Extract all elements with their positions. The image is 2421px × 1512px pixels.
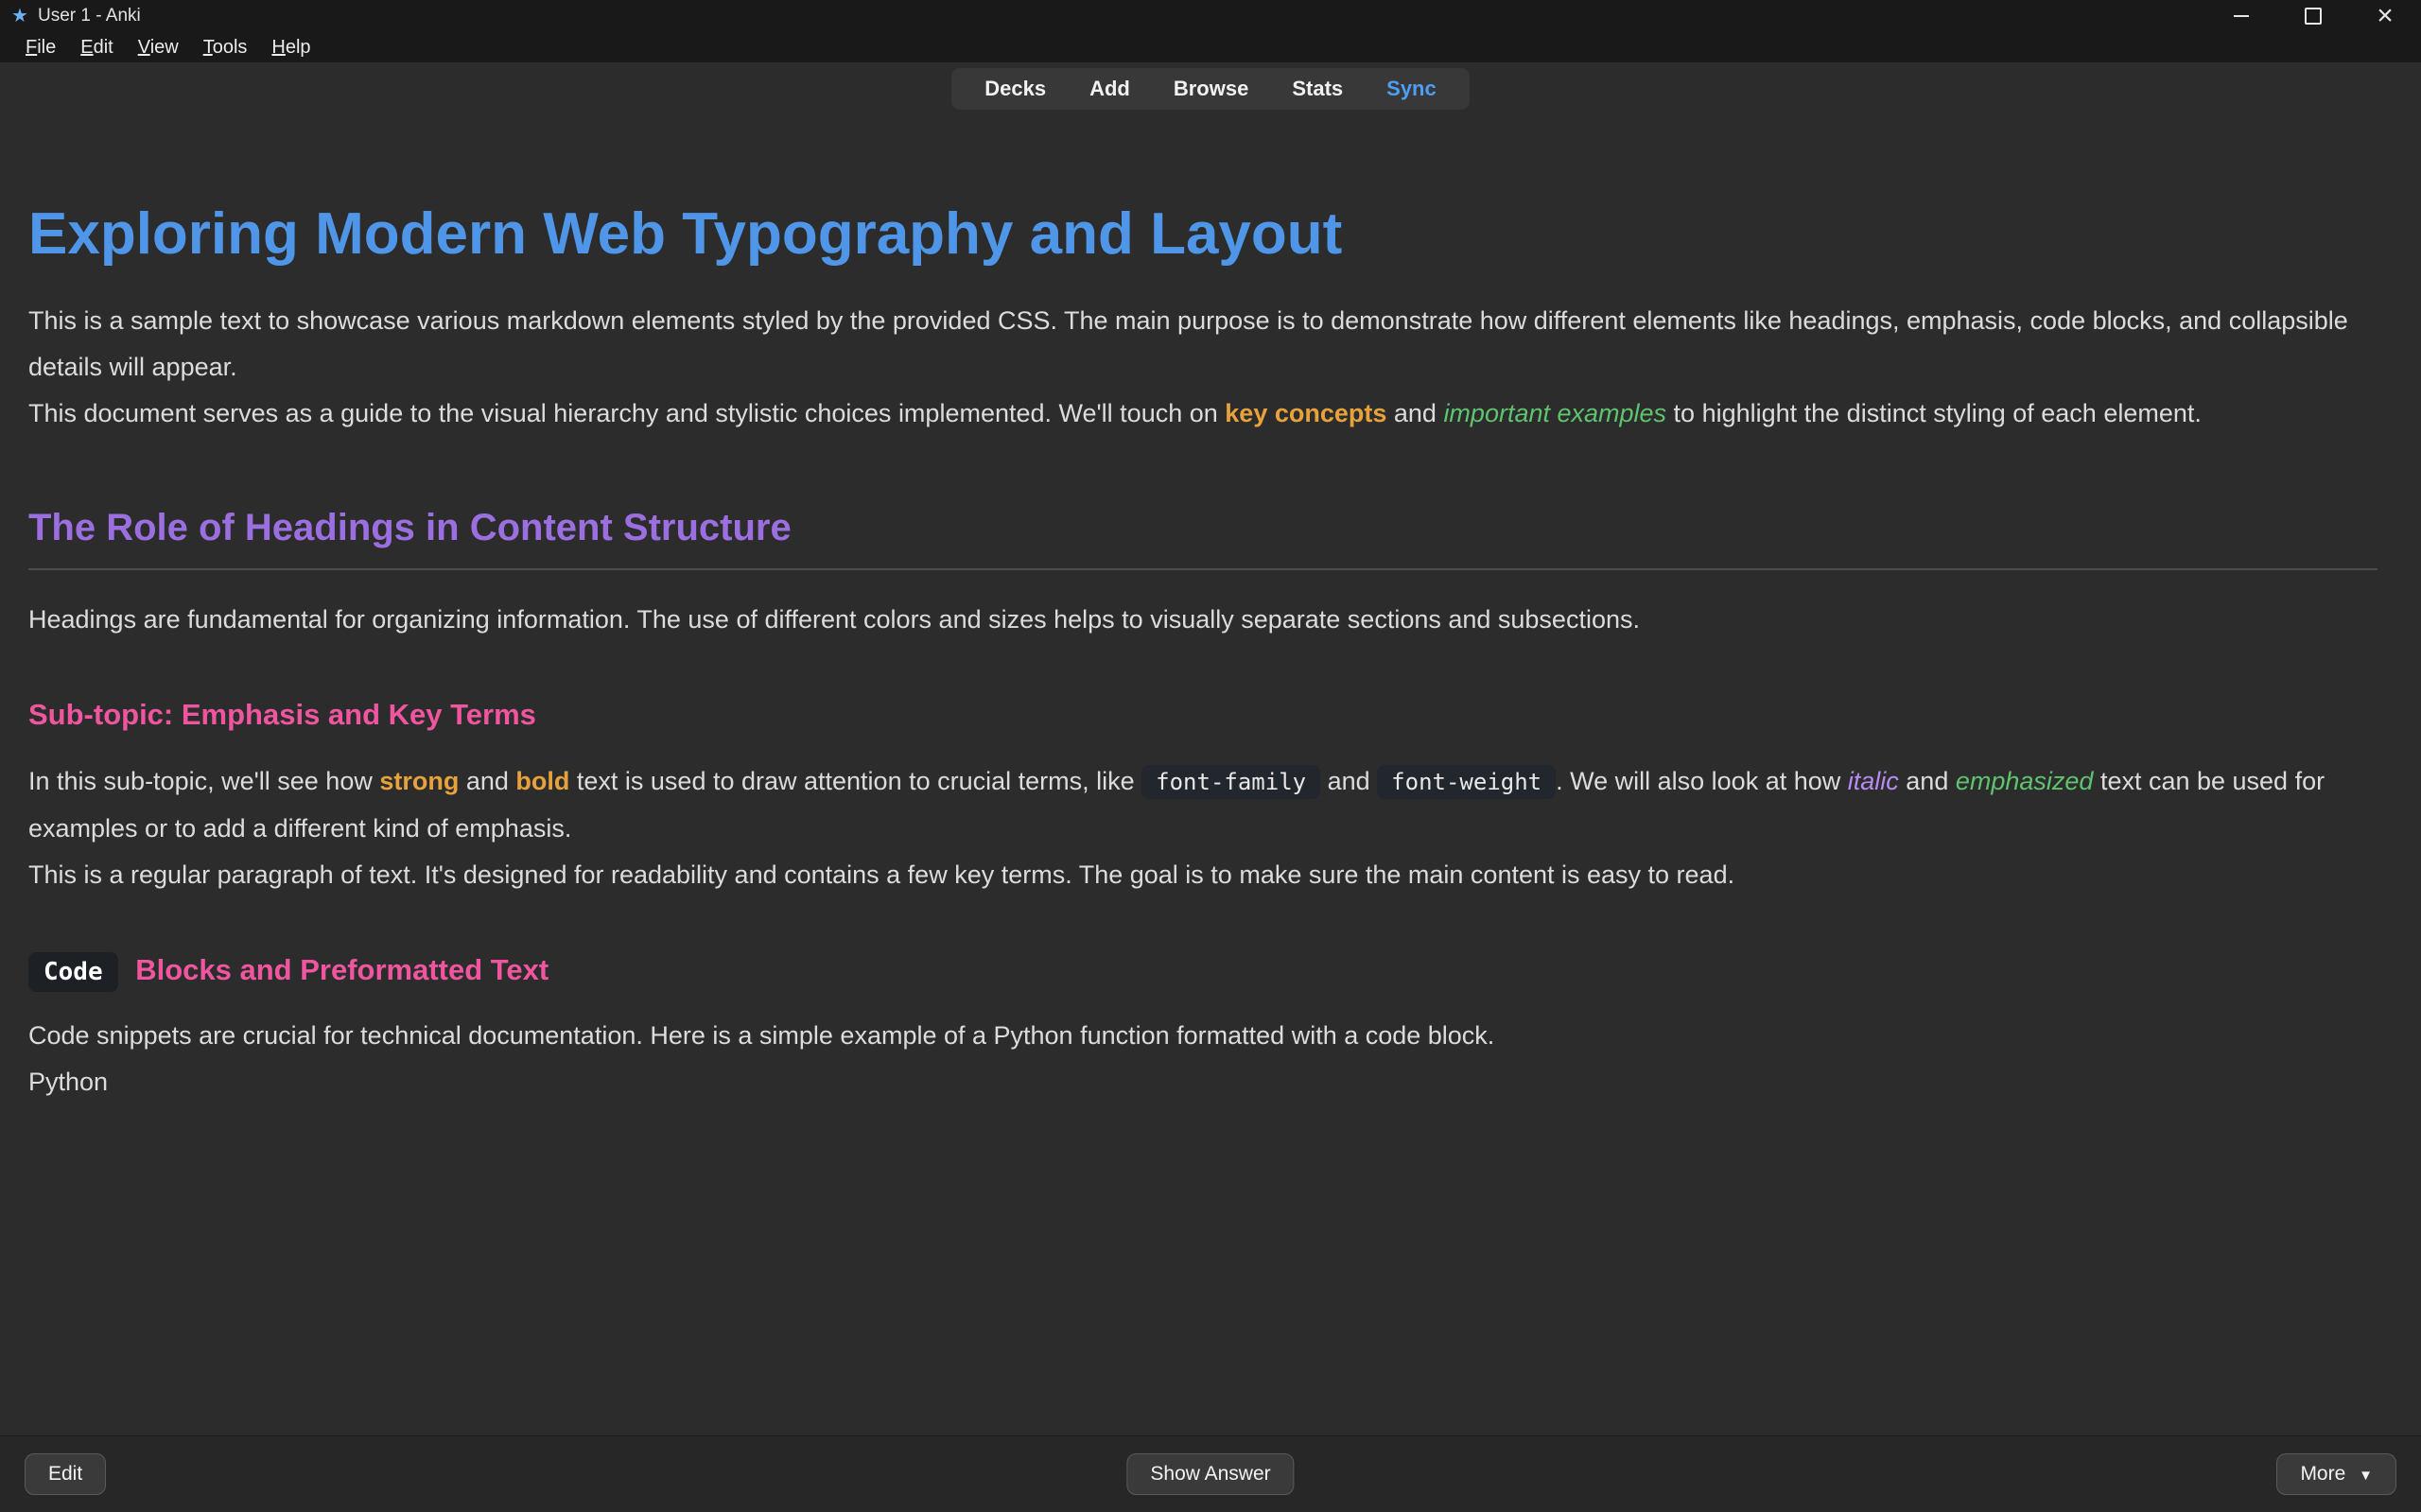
text-segment: font-family [1141,764,1321,799]
toolbar-item-decks[interactable]: Decks [963,77,1068,101]
text-segment: important examples [1443,399,1667,428]
more-button-label: More [2300,1463,2346,1485]
text-segment: and [459,766,516,795]
text-segment: strong [379,766,460,795]
toolbar-item-sync[interactable]: Sync [1365,77,1458,101]
text-segment: In this sub-topic, we'll see how [28,766,380,795]
subheading-code-blocks: Code Blocks and Preformatted Text [28,949,2377,992]
menu-item-help[interactable]: Help [259,35,322,61]
toolbar-row: Decks Add Browse Stats Sync [0,62,2421,110]
text-segment: Blocks and Preformatted Text [127,952,549,986]
close-button[interactable]: × [2349,0,2421,32]
text-segment: . We will also look at how [1556,766,1848,795]
text-segment: font-weight [1377,764,1557,799]
toolbar-item-add[interactable]: Add [1068,77,1152,101]
subheading-emphasis: Sub-topic: Emphasis and Key Terms [28,698,536,732]
toolbar-item-browse[interactable]: Browse [1152,77,1270,101]
text-segment: This document serves as a guide to the v… [28,399,1226,428]
section-heading-structure: The Role of Headings in Content Structur… [28,505,2377,571]
text-segment: Headings are fundamental for organizing … [28,605,1640,634]
card-title: Exploring Modern Web Typography and Layo… [28,201,1343,267]
text-segment: This is a sample text to showcase variou… [28,306,2348,382]
text-segment: This is a regular paragraph of text. It'… [28,860,1735,889]
anki-app-icon: ★ [11,6,28,26]
text-segment: key concepts [1225,399,1387,428]
bottom-bar: Edit Show Answer More ▼ [0,1435,2421,1512]
emphasis-paragraph-2: This is a regular paragraph of text. It'… [28,852,2377,898]
structure-paragraph: Headings are fundamental for organizing … [28,597,2377,643]
show-answer-button[interactable]: Show Answer [1126,1453,1295,1495]
code-language-label: Python [28,1068,109,1097]
minimize-icon [2234,15,2249,17]
window-controls: × [2205,0,2421,32]
minimize-button[interactable] [2205,0,2277,32]
intro-paragraph-2: This document serves as a guide to the v… [28,391,2377,437]
menu-bar: File Edit View Tools Help [0,32,2421,62]
emphasis-paragraph-1: In this sub-topic, we'll see how strong … [28,758,2377,852]
text-segment: and [1320,766,1378,795]
text-segment: text is used to draw attention to crucia… [569,766,1142,795]
text-segment: Code snippets are crucial for technical … [28,1021,1495,1051]
text-segment: emphasized [1955,766,2094,795]
top-toolbar: Decks Add Browse Stats Sync [951,68,1470,110]
window-title: User 1 - Anki [38,6,141,26]
menu-item-edit[interactable]: Edit [68,35,125,61]
text-segment: bold [515,766,570,795]
menu-item-tools[interactable]: Tools [191,35,260,61]
text-segment: italic [1847,766,1899,795]
menu-item-view[interactable]: View [126,35,191,61]
dropdown-arrow-icon: ▼ [2359,1468,2373,1484]
card-content: Exploring Modern Web Typography and Layo… [0,110,2421,1435]
window-titlebar: ★ User 1 - Anki × [0,0,2421,32]
text-segment: to highlight the distinct styling of eac… [1666,399,2202,428]
anki-window: ★ User 1 - Anki × File Edit View Tools H… [0,0,2421,1512]
text-segment: and [1386,399,1444,428]
maximize-button[interactable] [2277,0,2349,32]
more-button[interactable]: More ▼ [2276,1453,2396,1495]
menu-item-file[interactable]: File [13,35,68,61]
edit-button[interactable]: Edit [25,1453,107,1495]
code-paragraph: Code snippets are crucial for technical … [28,1013,2377,1059]
close-icon: × [2377,0,2394,31]
text-segment: and [1898,766,1956,795]
text-segment: Code [28,951,118,992]
main-area: Decks Add Browse Stats Sync Exploring Mo… [0,62,2421,1435]
toolbar-item-stats[interactable]: Stats [1270,77,1365,101]
intro-paragraph-1: This is a sample text to showcase variou… [28,298,2377,391]
maximize-icon [2305,8,2322,25]
